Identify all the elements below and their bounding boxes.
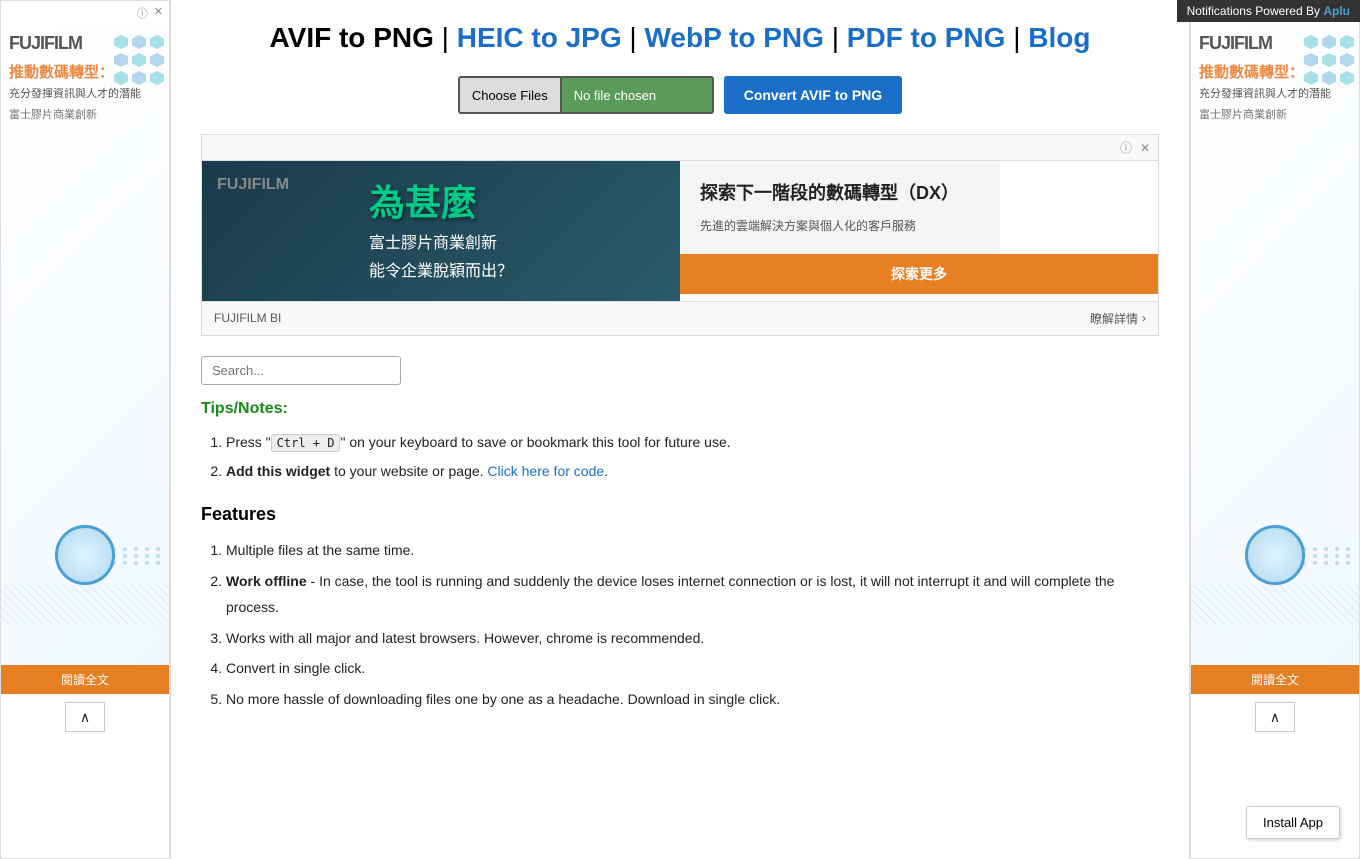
ad-banner-image: FUJIFILM 為甚麼 富士膠片商業創新 能令企業脫穎而出？ xyxy=(202,161,680,300)
notification-bar: Notifications Powered By Aplu xyxy=(1177,0,1360,22)
chevron-up-icon-left: ∧ xyxy=(80,709,90,726)
list-item: Press "Ctrl + D" on your keyboard to sav… xyxy=(226,430,1159,455)
sidebar-left-content: FUJIFILM 推動數碼轉型： 充分發揮 xyxy=(1,25,169,665)
ad-banner-text: 探索下一階段的數碼轉型（DX） 先進的雲端解決方案與個人化的客戶服務 xyxy=(680,161,1000,253)
feature-strong: Work offline xyxy=(226,573,307,589)
tips-list: Press "Ctrl + D" on your keyboard to sav… xyxy=(201,430,1159,484)
sep2: | xyxy=(629,22,644,53)
ad-fujifilm-logo: FUJIFILM xyxy=(217,176,289,194)
list-item: Convert in single click. xyxy=(226,655,1159,682)
list-item: Add this widget to your website or page.… xyxy=(226,459,1159,484)
page-title: AVIF to PNG | HEIC to JPG | WebP to PNG … xyxy=(201,20,1159,56)
file-input-display: Choose Files No file chosen xyxy=(458,76,714,114)
ad-learn-more-arrow: › xyxy=(1142,311,1146,325)
ad-orange-bar: 探索更多 xyxy=(680,254,1158,294)
ad-banner-right-title: 探索下一階段的數碼轉型（DX） xyxy=(700,181,980,206)
ad-close-icon[interactable]: ✕ xyxy=(1140,141,1150,155)
choose-files-button[interactable]: Choose Files xyxy=(460,78,562,112)
sidebar-right-company: 富士膠片商業創新 xyxy=(1199,106,1351,122)
file-name-display: No file chosen xyxy=(562,78,712,112)
sidebar-right-dots xyxy=(1302,547,1354,565)
sidebar-left-ad-icons: ⓘ ✕ xyxy=(1,1,169,25)
sidebar-right-content: FUJIFILM 推動數碼轉型： 充分發揮 xyxy=(1191,25,1359,665)
ad-banner: ⓘ ✕ FUJIFILM 為甚麼 富士膠片商業創新 能令企業脫穎而出？ 探索下一… xyxy=(201,134,1159,335)
list-item: No more hassle of downloading files one … xyxy=(226,686,1159,713)
ad-banner-footer: FUJIFILM BI 瞭解詳情 › xyxy=(202,301,1158,335)
sidebar-left-circle xyxy=(55,525,115,585)
ad-info-icon-left[interactable]: ⓘ xyxy=(137,5,148,21)
sep3: | xyxy=(832,22,847,53)
ad-company-name: FUJIFILM BI xyxy=(214,311,281,325)
search-bar-container xyxy=(201,356,1159,385)
tips-title: Tips/Notes: xyxy=(201,400,1159,418)
sidebar-right-hexagons xyxy=(1304,35,1354,85)
ad-banner-right-sub: 先進的雲端解決方案與個人化的客戶服務 xyxy=(700,217,980,234)
features-title: Features xyxy=(201,504,1159,525)
sidebar-left-dots xyxy=(112,547,164,565)
ad-learn-more[interactable]: 瞭解詳情 › xyxy=(1090,310,1146,327)
sidebar-right-sub: 充分發揮資訊與人才的潛能 xyxy=(1199,87,1351,102)
sidebar-left: ⓘ ✕ FUJIFILM xyxy=(0,0,170,859)
kbd-ctrl-d: Ctrl + D xyxy=(271,434,341,452)
sidebar-right: ⓘ ✕ FUJIFILM xyxy=(1190,0,1360,859)
sidebar-left-hexagons xyxy=(114,35,164,85)
notification-text: Notifications Powered By xyxy=(1187,4,1324,18)
ad-orange-text: 探索更多 xyxy=(891,264,947,284)
tips-section: Tips/Notes: Press "Ctrl + D" on your key… xyxy=(201,400,1159,484)
sidebar-right-lines xyxy=(1191,585,1359,625)
ad-banner-body: FUJIFILM 為甚麼 富士膠片商業創新 能令企業脫穎而出？ 探索下一階段的數… xyxy=(202,161,1158,300)
ad-chinese-sub2: 能令企業脫穎而出？ xyxy=(369,257,513,281)
ad-chinese-sub1: 富士膠片商業創新 xyxy=(369,229,513,253)
sep1: | xyxy=(442,22,457,53)
sidebar-left-read-all[interactable]: 閱讀全文 xyxy=(1,665,169,694)
ad-banner-header: ⓘ ✕ xyxy=(202,135,1158,161)
sidebar-left-lines xyxy=(1,585,169,625)
list-item: Works with all major and latest browsers… xyxy=(226,625,1159,652)
chevron-up-icon-right: ∧ xyxy=(1270,709,1280,726)
click-here-link[interactable]: Click here for code xyxy=(487,463,604,479)
sep4: | xyxy=(1013,22,1028,53)
title-avif-png: AVIF to PNG xyxy=(270,22,434,53)
title-webp-png[interactable]: WebP to PNG xyxy=(644,22,823,53)
list-item: Work offline - In case, the tool is runn… xyxy=(226,568,1159,621)
title-pdf-png[interactable]: PDF to PNG xyxy=(847,22,1006,53)
sidebar-left-company: 富士膠片商業創新 xyxy=(9,106,161,122)
ad-close-icon-left[interactable]: ✕ xyxy=(154,5,163,21)
ad-banner-right: 探索下一階段的數碼轉型（DX） 先進的雲端解決方案與個人化的客戶服務 探索更多 xyxy=(680,161,1158,300)
main-content: AVIF to PNG | HEIC to JPG | WebP to PNG … xyxy=(170,0,1190,859)
ad-image-text: 為甚麼 富士膠片商業創新 能令企業脫穎而出？ xyxy=(369,181,513,280)
sidebar-right-scroll-btn[interactable]: ∧ xyxy=(1255,702,1295,732)
ad-info-icon[interactable]: ⓘ xyxy=(1120,139,1132,156)
sidebar-left-sub: 充分發揮資訊與人才的潛能 xyxy=(9,87,161,102)
search-input[interactable] xyxy=(201,356,401,385)
ad-banner-icons: ⓘ ✕ xyxy=(1120,139,1150,156)
ad-chinese-title: 為甚麼 xyxy=(369,181,513,224)
notification-brand: Aplu xyxy=(1323,4,1350,18)
title-heic-jpg[interactable]: HEIC to JPG xyxy=(457,22,622,53)
ad-learn-more-text: 瞭解詳情 xyxy=(1090,310,1138,327)
features-list: Multiple files at the same time. Work of… xyxy=(201,537,1159,713)
install-app-button[interactable]: Install App xyxy=(1246,806,1340,839)
tip-strong: Add this widget xyxy=(226,463,330,479)
sidebar-right-read-all[interactable]: 閱讀全文 xyxy=(1191,665,1359,694)
features-section: Features Multiple files at the same time… xyxy=(201,504,1159,713)
sidebar-right-circle xyxy=(1245,525,1305,585)
sidebar-left-scroll-btn[interactable]: ∧ xyxy=(65,702,105,732)
list-item: Multiple files at the same time. xyxy=(226,537,1159,564)
title-blog[interactable]: Blog xyxy=(1028,22,1090,53)
file-input-area: Choose Files No file chosen Convert AVIF… xyxy=(201,76,1159,114)
convert-button[interactable]: Convert AVIF to PNG xyxy=(724,76,902,114)
